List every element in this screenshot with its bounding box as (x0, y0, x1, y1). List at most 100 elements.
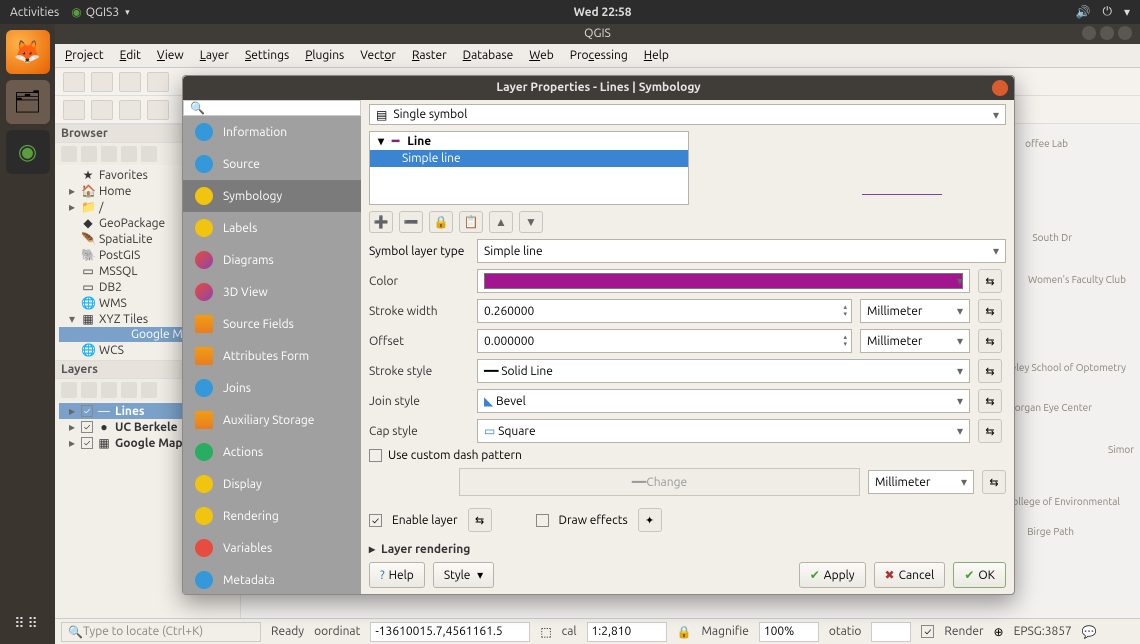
menu-help[interactable]: Help (644, 49, 669, 62)
dialog-nav-item-actions[interactable]: Actions (183, 436, 361, 468)
tb-new[interactable] (63, 72, 85, 92)
help-button[interactable]: ?Help (369, 562, 425, 588)
menu-edit[interactable]: Edit (120, 49, 141, 62)
layers-filter-icon[interactable] (81, 382, 97, 398)
browser-add-icon[interactable] (61, 146, 77, 162)
dialog-nav-item-display[interactable]: Display (183, 468, 361, 500)
cap-style-dd-icon[interactable]: ⇆ (978, 419, 1002, 443)
window-max-icon[interactable] (1100, 26, 1114, 40)
status-crs-icon[interactable]: ⊕ (994, 625, 1004, 639)
symbol-tree-item-simple-line[interactable]: Simple line (370, 150, 688, 167)
menu-plugins[interactable]: Plugins (305, 49, 344, 62)
dialog-nav-item-symbology[interactable]: Symbology (183, 180, 361, 212)
activities-button[interactable]: Activities (10, 6, 59, 19)
tb-addvec[interactable] (63, 100, 85, 120)
add-symbol-layer-button[interactable]: ➕ (369, 211, 393, 233)
menu-raster[interactable]: Raster (412, 49, 447, 62)
menu-web[interactable]: Web (529, 49, 554, 62)
duplicate-symbol-layer-button[interactable]: 📋 (459, 211, 483, 233)
sound-icon[interactable]: 🔊 (1076, 5, 1091, 19)
dialog-nav-item-rendering[interactable]: Rendering (183, 500, 361, 532)
status-messages-icon[interactable]: 💬 (1082, 625, 1097, 639)
status-extent-icon[interactable]: ⬚ (540, 625, 551, 639)
tb-pencil[interactable] (119, 100, 141, 120)
cap-style-select[interactable]: ▭ Square (477, 419, 970, 443)
dialog-search-input[interactable]: 🔍 (183, 100, 361, 116)
locator-input[interactable]: 🔍 Type to locate (Ctrl+K) (61, 622, 261, 642)
browser-props-icon[interactable] (141, 146, 157, 162)
status-lock-icon[interactable]: 🔒 (677, 625, 692, 639)
tb-save[interactable] (119, 72, 141, 92)
status-coord-field[interactable]: -13610015.7,4561161.5 (370, 622, 530, 642)
tb-addrast[interactable] (91, 100, 113, 120)
renderer-type-select[interactable]: ▤ Single symbol (369, 104, 1006, 125)
browser-refresh-icon[interactable] (81, 146, 97, 162)
color-button[interactable] (477, 269, 970, 293)
tb-more[interactable] (147, 100, 169, 120)
remove-symbol-layer-button[interactable]: ➖ (399, 211, 423, 233)
dialog-nav-item-information[interactable]: Information (183, 116, 361, 148)
dash-pattern-checkbox[interactable] (369, 449, 382, 462)
layers-group-icon[interactable] (141, 382, 157, 398)
join-style-dd-icon[interactable]: ⇆ (978, 389, 1002, 413)
system-menu-icon[interactable]: ▾ (1124, 5, 1130, 19)
offset-input[interactable]: 0.000000 (477, 329, 852, 353)
stroke-width-unit-select[interactable]: Millimeter (860, 299, 970, 323)
menu-view[interactable]: View (157, 49, 184, 62)
layer-rendering-expander[interactable]: ▸Layer rendering (369, 542, 1006, 556)
dialog-nav-item-diagrams[interactable]: Diagrams (183, 244, 361, 276)
status-mag-field[interactable]: 100% (759, 622, 819, 642)
dialog-nav-item-joins[interactable]: Joins (183, 372, 361, 404)
stroke-style-dd-icon[interactable]: ⇆ (978, 359, 1002, 383)
dialog-nav-item-labels[interactable]: Labels (183, 212, 361, 244)
dialog-close-icon[interactable] (992, 80, 1008, 96)
move-down-button[interactable]: ▼ (519, 211, 543, 233)
join-style-select[interactable]: ◣ Bevel (477, 389, 970, 413)
color-dd-override-icon[interactable]: ⇆ (978, 269, 1002, 293)
launcher-apps-icon[interactable]: ⠿⠿ (14, 615, 41, 632)
tb-open[interactable] (91, 72, 113, 92)
launcher-files[interactable]: 🗂 (6, 80, 50, 124)
window-close-icon[interactable] (1118, 26, 1132, 40)
dialog-nav-item-variables[interactable]: Variables (183, 532, 361, 564)
menu-processing[interactable]: Processing (570, 49, 628, 62)
app-menu[interactable]: ◉ QGIS3 (71, 5, 129, 19)
dialog-nav-item-auxiliary-storage[interactable]: Auxiliary Storage (183, 404, 361, 436)
stroke-width-input[interactable]: 0.260000 (477, 299, 852, 323)
launcher-qgis[interactable]: ◉ (6, 130, 50, 174)
browser-collapse-icon[interactable] (121, 146, 137, 162)
draw-effects-button[interactable]: ✦ (638, 508, 662, 532)
layers-expr-icon[interactable] (121, 382, 137, 398)
layers-style-icon[interactable] (61, 382, 77, 398)
enable-layer-checkbox[interactable]: ✓ (369, 514, 382, 527)
dash-dd-icon[interactable]: ⇆ (982, 470, 1006, 494)
menu-layer[interactable]: Layer (200, 49, 229, 62)
offset-unit-select[interactable]: Millimeter (860, 329, 970, 353)
menu-settings[interactable]: Settings (245, 49, 289, 62)
launcher-firefox[interactable]: 🦊 (6, 30, 50, 74)
status-epsg[interactable]: EPSG:3857 (1014, 625, 1072, 638)
ok-button[interactable]: ✔OK (953, 562, 1006, 588)
style-button[interactable]: Style ▾ (433, 562, 494, 588)
layers-eye-icon[interactable] (101, 382, 117, 398)
window-min-icon[interactable] (1082, 26, 1096, 40)
offset-dd-icon[interactable]: ⇆ (978, 329, 1002, 353)
power-icon[interactable]: ⏻ (1102, 5, 1112, 19)
dialog-nav-item-3d-view[interactable]: 3D View (183, 276, 361, 308)
dash-unit-select[interactable]: Millimeter (868, 470, 974, 494)
clock[interactable]: Wed 22:58 (130, 6, 1076, 19)
enable-layer-dd-icon[interactable]: ⇆ (468, 508, 492, 532)
dialog-nav-item-source-fields[interactable]: Source Fields (183, 308, 361, 340)
symbol-tree[interactable]: ▾━Line Simple line (369, 131, 689, 205)
menu-vector[interactable]: Vector (360, 49, 396, 62)
menu-database[interactable]: Database (463, 49, 514, 62)
dialog-nav-item-source[interactable]: Source (183, 148, 361, 180)
tb-saveas[interactable] (147, 72, 169, 92)
status-render-checkbox[interactable]: ✓ (921, 625, 934, 638)
status-rot-field[interactable] (871, 622, 911, 642)
status-scale-field[interactable]: 1:2,810 (587, 622, 667, 642)
stroke-style-select[interactable]: ━━ Solid Line (477, 359, 970, 383)
lock-symbol-layer-button[interactable]: 🔒 (429, 211, 453, 233)
move-up-button[interactable]: ▲ (489, 211, 513, 233)
dialog-nav-item-attributes-form[interactable]: Attributes Form (183, 340, 361, 372)
